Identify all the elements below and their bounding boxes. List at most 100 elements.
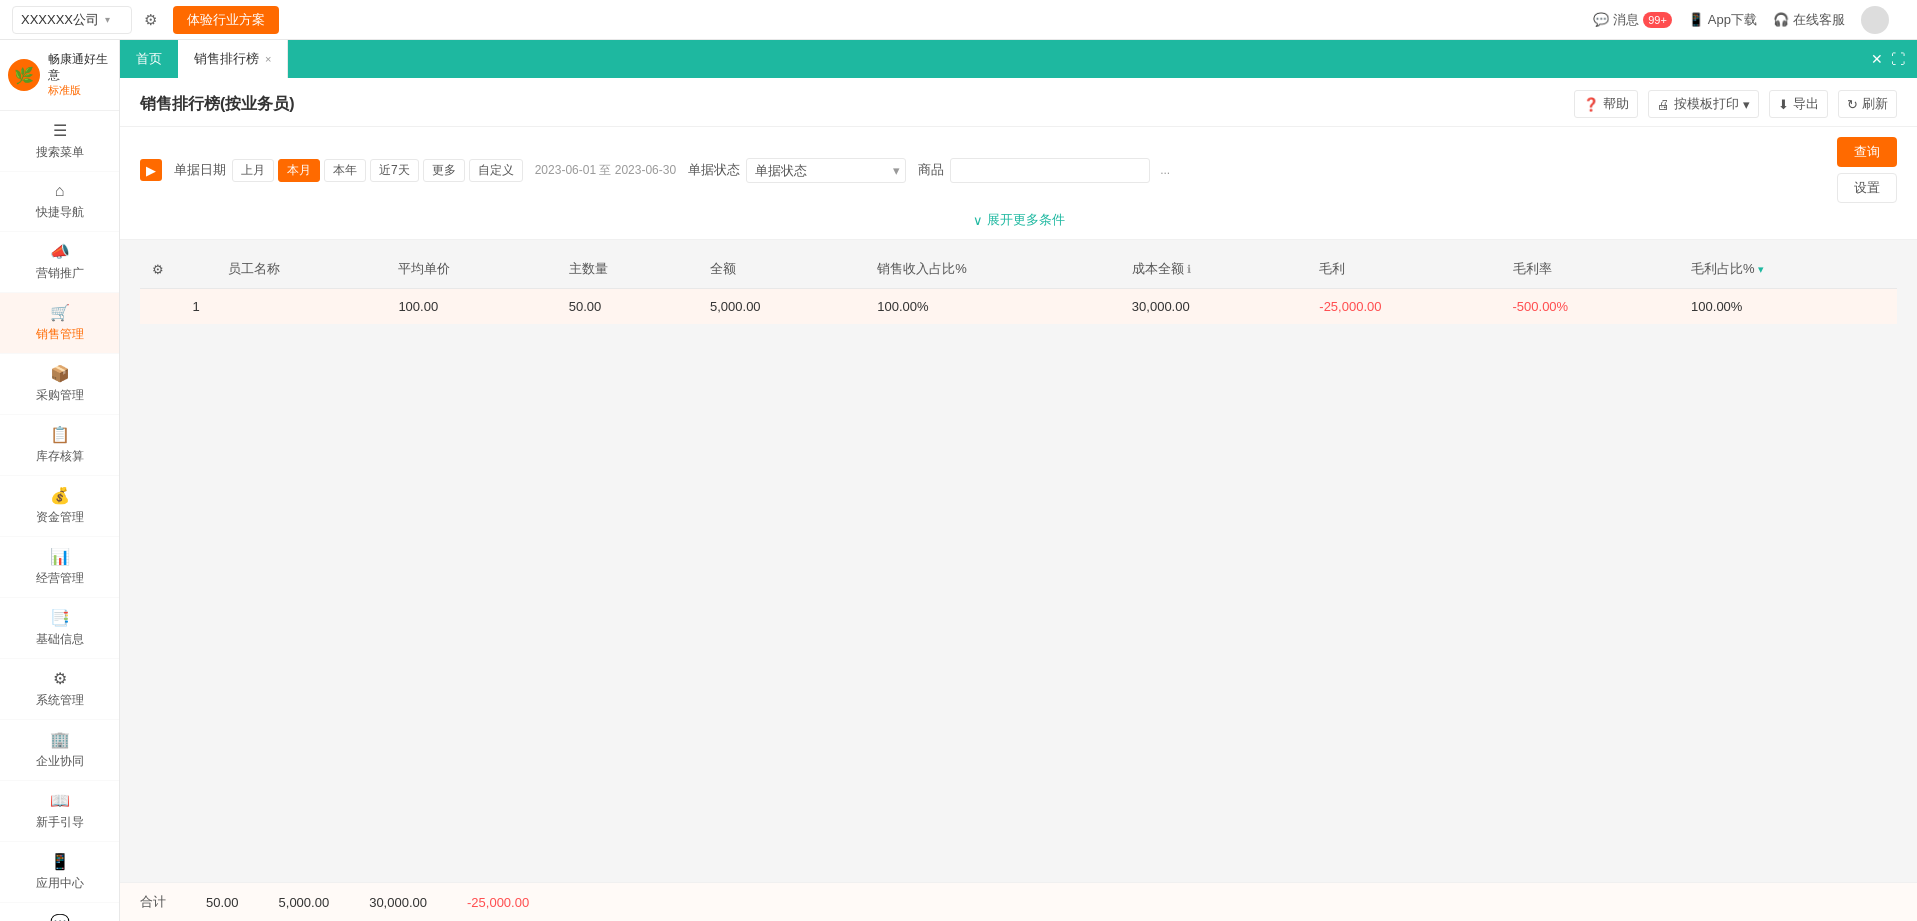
col-gross-rate: 毛利率 [1501,250,1680,289]
app-download-label: App下载 [1708,11,1757,29]
finance-icon: 💰 [50,486,70,505]
enterprise-icon: 🏢 [50,730,70,749]
sidebar-label-quicknav: 快捷导航 [36,204,84,221]
expand-arrow-icon: ∨ [973,213,983,228]
settings-button[interactable]: 设置 [1837,173,1897,203]
cost-info-icon: ℹ [1187,263,1191,275]
cell-name [216,289,386,325]
status-filter: 单据状态 单据状态 [688,158,906,183]
app-center-icon: 📱 [50,852,70,871]
online-service-button[interactable]: 🎧 在线客服 [1773,11,1845,29]
company-dropdown-arrow: ▾ [105,14,110,25]
sidebar-item-inventory[interactable]: 📋 库存核算 [0,415,119,476]
sidebar-item-guide[interactable]: 📖 新手引导 [0,781,119,842]
logo-text-block: 畅康通好生意 标准版 [48,52,111,98]
sidebar-label-guide: 新手引导 [36,814,84,831]
export-icon: ⬇ [1778,97,1789,112]
col-avg-price: 平均单价 [386,250,556,289]
status-label: 单据状态 [688,161,740,179]
app-icon: 📱 [1688,12,1704,27]
expand-label: 展开更多条件 [987,211,1065,229]
tab-maximize-btn[interactable]: ⛶ [1891,51,1905,67]
export-button[interactable]: ⬇ 导出 [1769,90,1828,118]
refresh-button[interactable]: ↻ 刷新 [1838,90,1897,118]
main-layout: 🌿 畅康通好生意 标准版 ☰ 搜索菜单 ⌂ 快捷导航 📣 营销推广 🛒 销售管理… [0,40,1917,921]
date-filter: 单据日期 上月 本月 本年 近7天 更多 自定义 [174,159,523,182]
operation-icon: 📊 [50,547,70,566]
header-actions: ❓ 帮助 🖨 按模板打印 ▾ ⬇ 导出 ↻ 刷新 [1574,90,1897,118]
service-icon: 🎧 [1773,12,1789,27]
cell-cost: 30,000.00 [1120,289,1307,325]
sidebar-logo: 🌿 畅康通好生意 标准版 [0,40,119,111]
page-header: 销售排行榜(按业务员) ❓ 帮助 🖨 按模板打印 ▾ ⬇ 导出 [120,78,1917,127]
goods-label: 商品 [918,161,944,179]
sidebar: 🌿 畅康通好生意 标准版 ☰ 搜索菜单 ⌂ 快捷导航 📣 营销推广 🛒 销售管理… [0,40,120,921]
expand-conditions-btn[interactable]: ∨ 展开更多条件 [973,211,1065,229]
table-header-row: ⚙ 员工名称 平均单价 主数量 全额 销售收入占比% 成本全额 ℹ 毛利 毛利率… [140,250,1897,289]
print-dropdown-icon: ▾ [1743,97,1750,112]
date-range-text: 2023-06-01 至 2023-06-30 [535,162,676,179]
query-button[interactable]: 查询 [1837,137,1897,167]
filter-expand-arrow[interactable]: ▶ [140,159,162,181]
home-icon: ⌂ [55,182,65,200]
avatar[interactable] [1861,6,1889,34]
date-btn-7days[interactable]: 近7天 [370,159,419,182]
template-print-button[interactable]: 🖨 按模板打印 ▾ [1648,90,1759,118]
sidebar-item-sales[interactable]: 🛒 销售管理 [0,293,119,354]
col-cost: 成本全额 ℹ [1120,250,1307,289]
sidebar-label-appcenter: 应用中心 [36,875,84,892]
trial-button[interactable]: 体验行业方案 [173,6,279,34]
sidebar-label-enterprise: 企业协同 [36,753,84,770]
sidebar-label-inventory: 库存核算 [36,448,84,465]
sidebar-item-basic-info[interactable]: 📑 基础信息 [0,598,119,659]
sidebar-item-search-order[interactable]: ☰ 搜索菜单 [0,111,119,172]
col-settings[interactable]: ⚙ [140,250,176,289]
sales-icon: 🛒 [50,303,70,322]
content-area: 首页 销售排行榜 × ✕ ⛶ 销售排行榜(按业务员) ❓ 帮助 [120,40,1917,921]
sidebar-item-enterprise[interactable]: 🏢 企业协同 [0,720,119,781]
sidebar-item-app-center[interactable]: 📱 应用中心 [0,842,119,903]
tab-sales-ranking[interactable]: 销售排行榜 × [178,40,288,78]
sidebar-label-sales: 销售管理 [36,326,84,343]
template-print-label: 按模板打印 [1674,95,1739,113]
sidebar-item-finance[interactable]: 💰 资金管理 [0,476,119,537]
tab-close-icon[interactable]: × [265,53,271,65]
table-body: 1 100.00 50.00 5,000.00 100.00% 30,000.0… [140,289,1897,325]
date-btn-this-month[interactable]: 本月 [278,159,320,182]
sidebar-label-finance: 资金管理 [36,509,84,526]
date-btn-last-month[interactable]: 上月 [232,159,274,182]
more-filter-btn[interactable]: ... [1156,161,1174,179]
date-range-text-item: 2023-06-01 至 2023-06-30 [535,162,676,179]
sidebar-item-system[interactable]: ⚙ 系统管理 [0,659,119,720]
sidebar-label-purchase: 采购管理 [36,387,84,404]
footer-amount: 5,000.00 [279,895,330,910]
sidebar-item-marketing[interactable]: 📣 营销推广 [0,232,119,293]
col-sales-pct: 销售收入占比% [865,250,1120,289]
tab-home[interactable]: 首页 [120,40,178,78]
gear-icon[interactable]: ⚙ [140,7,161,33]
sidebar-label-marketing: 营销推广 [36,265,84,282]
cell-sales-pct: 100.00% [865,289,1120,325]
goods-input[interactable] [950,158,1150,183]
date-btn-this-year[interactable]: 本年 [324,159,366,182]
company-selector[interactable]: XXXXXX公司 ▾ [12,6,132,34]
help-icon: ❓ [1583,97,1599,112]
sidebar-item-wechat[interactable]: 💬 企业微信 [0,903,119,921]
sidebar-item-operation[interactable]: 📊 经营管理 [0,537,119,598]
sidebar-item-quick-nav[interactable]: ⌂ 快捷导航 [0,172,119,232]
sidebar-item-purchase[interactable]: 📦 采购管理 [0,354,119,415]
sidebar-label-operation: 经营管理 [36,570,84,587]
date-btn-custom[interactable]: 自定义 [469,159,523,182]
app-download-button[interactable]: 📱 App下载 [1688,11,1757,29]
online-service-label: 在线客服 [1793,11,1845,29]
status-select[interactable]: 单据状态 [746,158,906,183]
table-footer: 合计 50.00 5,000.00 30,000.00 -25,000.00 [120,882,1917,921]
col-gross-pct: 毛利占比% ▾ [1679,250,1897,289]
help-button[interactable]: ❓ 帮助 [1574,90,1638,118]
tab-close-btn[interactable]: ✕ [1871,51,1883,67]
date-btn-more[interactable]: 更多 [423,159,465,182]
col-name: 员工名称 [216,250,386,289]
message-button[interactable]: 💬 消息 99+ [1593,11,1672,29]
wechat-icon: 💬 [50,913,70,921]
top-right-actions: 💬 消息 99+ 📱 App下载 🎧 在线客服 [1593,6,1905,34]
